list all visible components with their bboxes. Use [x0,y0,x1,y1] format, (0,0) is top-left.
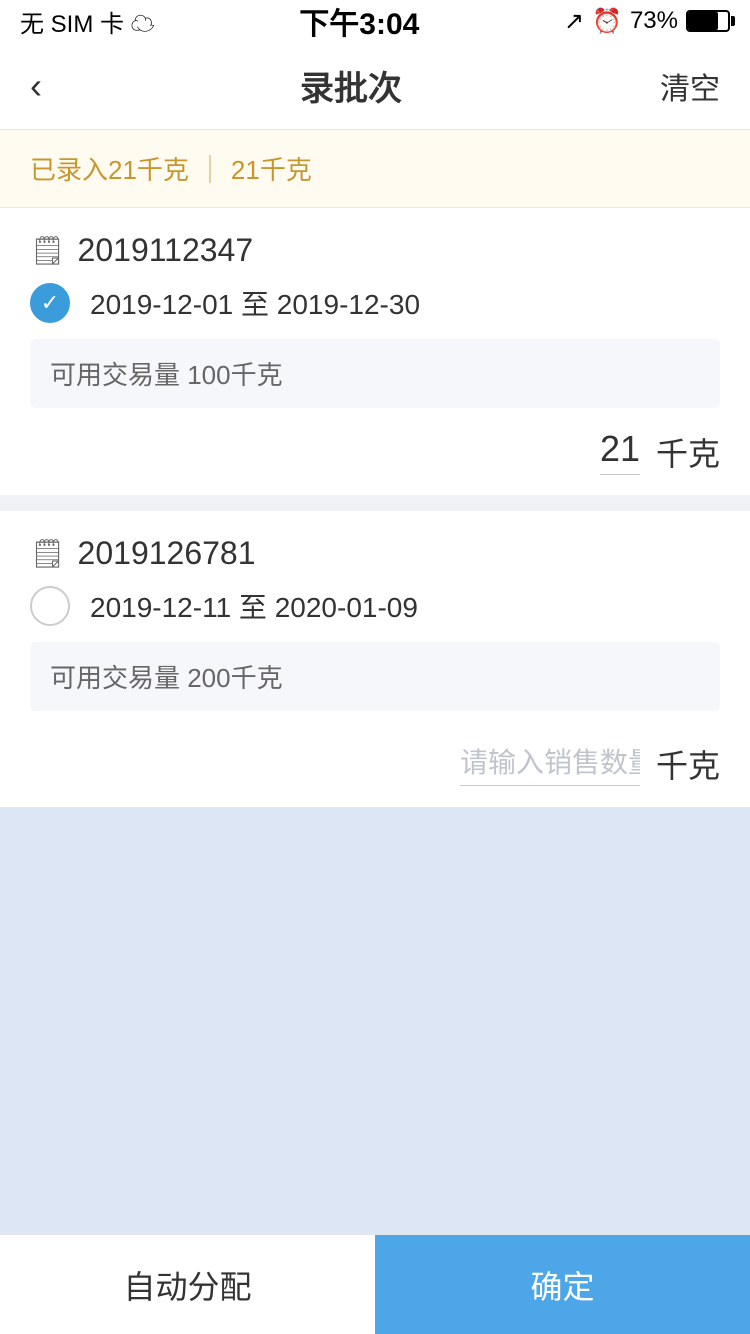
empty-area [0,807,750,1234]
summary-bar: 已录入21千克 21千克 [0,130,750,208]
batch-2-date: 2019-12-11 至 2020-01-09 [90,586,418,626]
batch-1-date: 2019-12-01 至 2019-12-30 [90,283,420,323]
batch-2-avail: 可用交易量 200千克 [30,642,720,711]
status-left: 无 SIM 卡 ☁ [20,4,155,39]
batch-1-date-row: ✓ 2019-12-01 至 2019-12-30 [0,277,750,329]
card-separator-1 [0,495,750,511]
batch-2-unit: 千克 [656,741,720,787]
batch-1-radio[interactable]: ✓ [30,283,70,323]
page-title: 录批次 [300,61,402,110]
status-time: 下午3:04 [299,0,419,43]
batch-1-avail: 可用交易量 100千克 [30,339,720,408]
batch-1-header: 🗒 2019112347 [0,208,750,277]
summary-entered-label: 已录入21千克 [30,150,189,187]
batch-2-radio[interactable] [30,586,70,626]
batch-2-date-row: 2019-12-11 至 2020-01-09 [0,580,750,632]
auto-distribute-button[interactable]: 自动分配 [0,1235,375,1334]
summary-divider [209,155,211,183]
clear-button[interactable]: 清空 [660,64,720,108]
batch-1-card: 🗒 2019112347 ✓ 2019-12-01 至 2019-12-30 可… [0,208,750,495]
batch-2-quantity-input[interactable] [460,742,640,781]
back-button[interactable]: ‹ [30,65,42,107]
batch-1-quantity-section: 21 千克 [0,428,750,495]
bottom-bar: 自动分配 确定 [0,1234,750,1334]
battery-fill [688,12,718,30]
batch-1-id: 2019112347 [78,232,254,269]
confirm-button[interactable]: 确定 [375,1235,750,1334]
summary-value: 21千克 [231,150,312,187]
batch-2-card: 🗒 2019126781 2019-12-11 至 2020-01-09 可用交… [0,511,750,807]
batch-2-header: 🗒 2019126781 [0,511,750,580]
no-sim-label: 无 SIM 卡 ☁ [20,4,155,39]
batch-2-doc-icon: 🗒 [30,537,66,570]
batch-1-check-icon: ✓ [41,290,59,316]
battery-icon [686,10,730,32]
batch-1-unit: 千克 [656,429,720,475]
batch-2-id: 2019126781 [78,535,256,572]
status-bar: 无 SIM 卡 ☁ 下午3:04 ↗ ⏰ 73% [0,0,750,42]
batch-1-doc-icon: 🗒 [30,234,66,267]
batch-2-quantity-section: 千克 [0,731,750,807]
signal-icon: ↗ [564,7,584,36]
batch-1-qty-underline: 21 [600,428,640,475]
alarm-icon: ⏰ [592,7,622,36]
batch-2-qty-underline[interactable] [460,742,640,786]
battery-percent: 73% [630,7,678,35]
nav-bar: ‹ 录批次 清空 [0,42,750,130]
status-right: ↗ ⏰ 73% [564,7,730,36]
batch-1-quantity-value: 21 [600,428,640,469]
